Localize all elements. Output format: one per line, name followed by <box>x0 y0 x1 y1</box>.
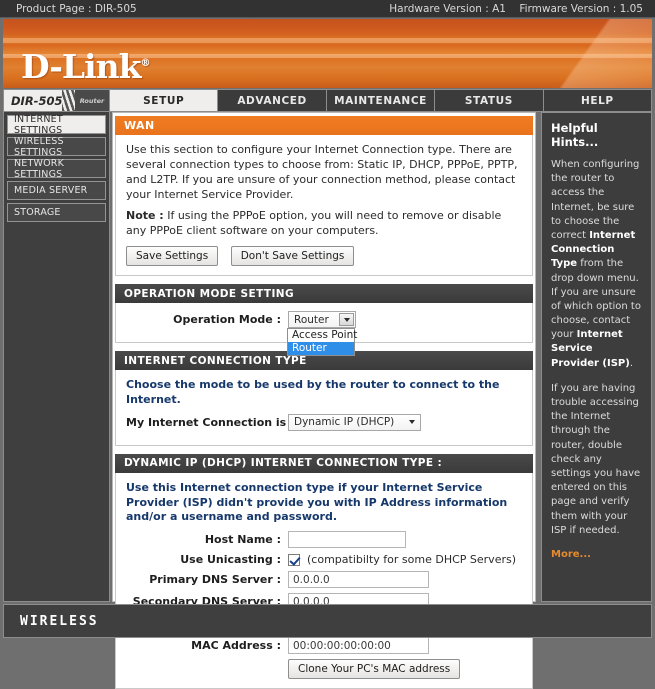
dhcp-section: DYNAMIC IP (DHCP) INTERNET CONNECTION TY… <box>115 453 533 689</box>
tab-setup[interactable]: SETUP <box>110 90 219 111</box>
chevron-down-icon[interactable] <box>339 313 354 327</box>
operation-mode-body: Operation Mode : Router Access Point Rou… <box>115 303 533 357</box>
device-role-tag: Router <box>75 90 109 111</box>
dropdown-option-router[interactable]: Router <box>288 342 354 356</box>
host-name-label: Host Name : <box>204 533 281 547</box>
connection-type-description: Choose the mode to be used by the router… <box>126 378 500 406</box>
main-content: WAN Use this section to configure your I… <box>112 112 536 689</box>
product-page-link[interactable]: Product Page : DIR-505 <box>16 3 137 15</box>
tab-setup-label: SETUP <box>143 94 185 107</box>
chevron-down-icon[interactable] <box>404 416 419 429</box>
wan-section-header: WAN <box>115 116 533 135</box>
internet-connection-type-section: INTERNET CONNECTION TYPE Choose the mode… <box>115 351 533 446</box>
internet-connection-type-body: Choose the mode to be used by the router… <box>115 370 533 446</box>
wan-note-label: Note : <box>126 209 164 223</box>
dropdown-option-access-point[interactable]: Access Point <box>288 329 357 342</box>
operation-mode-select[interactable]: Router <box>288 311 356 329</box>
wan-section: WAN Use this section to configure your I… <box>115 116 533 277</box>
tab-help-label: HELP <box>580 94 614 107</box>
mac-address-label: MAC Address : <box>191 639 281 653</box>
model-name: DIR-505 <box>11 93 63 108</box>
tab-maintenance-label: MAINTENANCE <box>334 94 427 107</box>
save-settings-button[interactable]: Save Settings <box>126 246 219 267</box>
primary-dns-row: Primary DNS Server : <box>126 571 522 589</box>
operation-mode-dropdown-list[interactable]: Access Point Router <box>287 328 357 357</box>
dhcp-description: Use this Internet connection type if you… <box>126 480 508 524</box>
mac-address-row: MAC Address : <box>126 637 522 655</box>
logo-text: D-Link <box>21 47 142 86</box>
hints-more-link[interactable]: More... <box>551 549 642 560</box>
sidebar-item-label: MEDIA SERVER <box>14 185 88 196</box>
hints-p1-part-e: . <box>629 357 634 369</box>
dhcp-section-header: DYNAMIC IP (DHCP) INTERNET CONNECTION TY… <box>115 453 533 473</box>
internet-connection-select[interactable]: Dynamic IP (DHCP) <box>288 413 421 431</box>
operation-mode-select-wrap: Router Access Point Router <box>287 311 357 357</box>
registered-mark: ® <box>140 58 151 69</box>
firmware-version: Firmware Version : 1.05 <box>519 3 643 15</box>
primary-dns-input[interactable] <box>288 571 429 589</box>
top-info-bar: Product Page : DIR-505 Hardware Version … <box>0 0 655 18</box>
sidebar-item-label: NETWORK SETTINGS <box>14 157 65 180</box>
clone-mac-button[interactable]: Clone Your PC's MAC address <box>288 659 461 680</box>
tab-help[interactable]: HELP <box>543 90 652 111</box>
helpful-hints-panel: Helpful Hints... When configuring the ro… <box>541 112 652 602</box>
dont-save-settings-button[interactable]: Don't Save Settings <box>230 246 355 267</box>
hardware-version: Hardware Version : A1 <box>389 3 506 15</box>
footer-bar: WIRELESS <box>3 604 652 638</box>
sidebar-item-wireless-settings[interactable]: WIRELESS SETTINGS <box>7 135 106 158</box>
sidebar-item-label: INTERNET SETTINGS <box>14 113 63 136</box>
hints-paragraph-1: When configuring the router to access th… <box>551 158 642 371</box>
host-name-input[interactable] <box>288 531 406 549</box>
tab-advanced-label: ADVANCED <box>237 94 307 107</box>
tab-advanced[interactable]: ADVANCED <box>218 90 327 111</box>
internet-connection-value: Dynamic IP (DHCP) <box>294 416 395 429</box>
hints-p1-part-a: When configuring the router to access th… <box>551 159 640 241</box>
sidebar-item-label: STORAGE <box>14 207 61 218</box>
wan-note-text: If using the PPPoE option, you will need… <box>126 209 502 238</box>
brand-banner: D-Link® <box>3 19 652 88</box>
sidebar-item-storage[interactable]: STORAGE <box>7 203 106 222</box>
sidebar-item-media-server[interactable]: MEDIA SERVER <box>7 181 106 200</box>
connection-type-row: My Internet Connection is : Dynamic IP (… <box>126 413 522 431</box>
wan-intro-text: Use this section to configure your Inter… <box>126 143 518 201</box>
use-unicasting-checkbox[interactable] <box>288 553 300 566</box>
dlink-logo: D-Link® <box>21 47 151 86</box>
hints-title: Helpful Hints... <box>551 121 599 149</box>
wan-panel-body: Use this section to configure your Inter… <box>115 135 533 277</box>
hints-p1-part-c: from the drop down menu. If you are unsu… <box>551 258 641 341</box>
operation-mode-label: Operation Mode : <box>173 313 281 327</box>
mac-address-input[interactable] <box>288 637 429 655</box>
router-admin-page: Product Page : DIR-505 Hardware Version … <box>0 0 655 689</box>
tab-status-label: STATUS <box>464 94 513 107</box>
operation-mode-value: Router <box>294 313 329 326</box>
main-navigation: DIR-505 Router SETUP ADVANCED MAINTENANC… <box>3 89 652 112</box>
use-unicasting-hint: (compatibilty for some DHCP Servers) <box>307 553 516 567</box>
clone-row-spacer <box>126 659 288 679</box>
sidebar-item-network-settings[interactable]: NETWORK SETTINGS <box>7 157 106 180</box>
operation-mode-header: OPERATION MODE SETTING <box>115 284 533 304</box>
tab-maintenance[interactable]: MAINTENANCE <box>326 90 436 111</box>
sidebar-menu: INTERNET SETTINGS WIRELESS SETTINGS NETW… <box>3 112 110 602</box>
hints-paragraph-2: If you are having trouble accessing the … <box>551 382 641 536</box>
footer-label: WIRELESS <box>20 613 99 629</box>
wan-button-row: Save Settings Don't Save Settings <box>126 246 522 267</box>
version-info: Hardware Version : A1 Firmware Version :… <box>379 3 643 15</box>
clone-mac-row: Clone Your PC's MAC address <box>126 659 522 680</box>
host-name-row: Host Name : <box>126 531 522 549</box>
dhcp-section-body: Use this Internet connection type if you… <box>115 472 533 689</box>
primary-dns-label: Primary DNS Server : <box>149 573 281 587</box>
wan-note: Note : If using the PPPoE option, you wi… <box>126 209 522 239</box>
sidebar-item-label: WIRELESS SETTINGS <box>14 135 64 158</box>
use-unicasting-row: Use Unicasting : (compatibilty for some … <box>126 553 522 566</box>
tab-status[interactable]: STATUS <box>435 90 544 111</box>
connection-type-label: My Internet Connection is : <box>126 415 295 429</box>
model-badge: DIR-505 Router <box>4 90 110 111</box>
use-unicasting-label: Use Unicasting : <box>180 553 281 567</box>
operation-mode-section: OPERATION MODE SETTING Operation Mode : … <box>115 284 533 357</box>
operation-mode-row: Operation Mode : Router Access Point Rou… <box>126 311 522 357</box>
sidebar-item-internet-settings[interactable]: INTERNET SETTINGS <box>7 113 106 136</box>
